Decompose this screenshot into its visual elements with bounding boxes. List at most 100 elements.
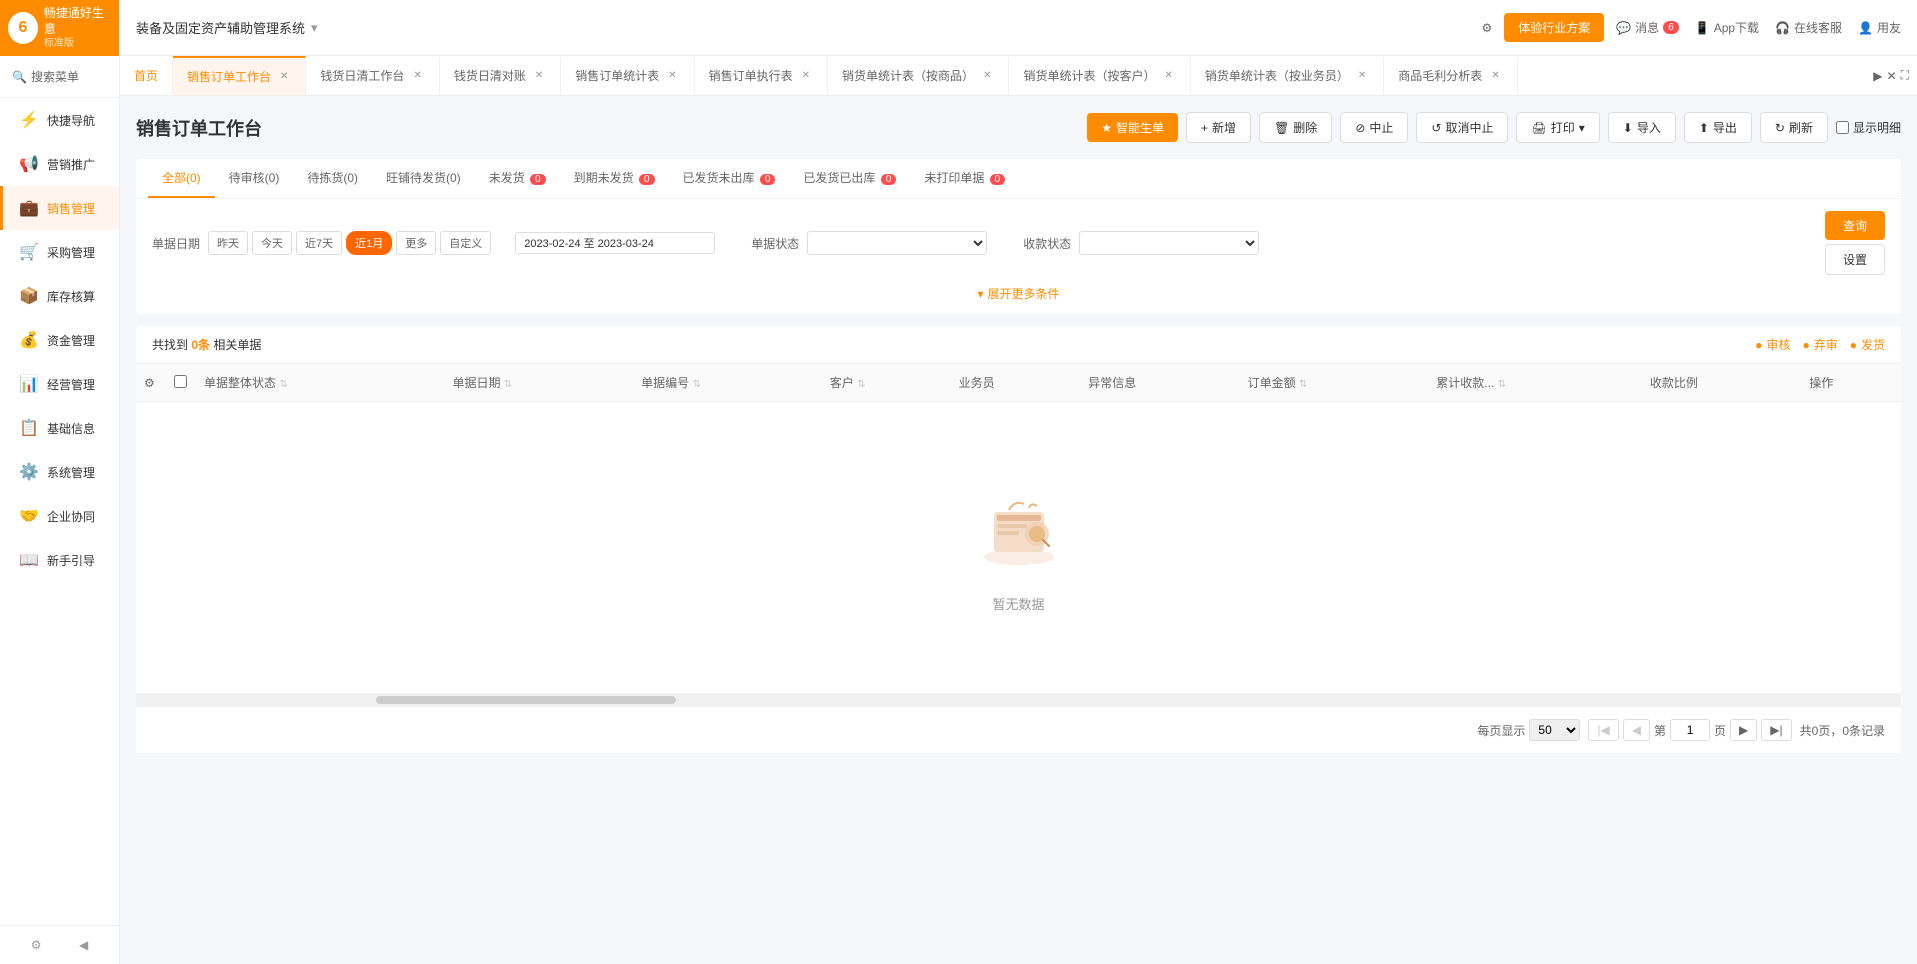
first-page-button[interactable]: |◀ bbox=[1588, 719, 1618, 741]
filter-tab-pending-inspect[interactable]: 待拣货(0) bbox=[293, 159, 372, 198]
refresh-button[interactable]: ↻ 刷新 bbox=[1760, 112, 1828, 143]
unreview-button[interactable]: ● 弃审 bbox=[1802, 336, 1837, 353]
not-printed-badge: 0 bbox=[990, 174, 1006, 185]
tab-gross-profit[interactable]: 商品毛利分析表 ✕ bbox=[1384, 57, 1517, 94]
tab-cash-daily[interactable]: 钱货日清工作台 ✕ bbox=[306, 57, 439, 94]
next-page-button[interactable]: ▶ bbox=[1730, 719, 1757, 741]
date-btn-1month[interactable]: 近1月 bbox=[346, 231, 392, 255]
sidebar-item-collab[interactable]: 🤝 企业协同 bbox=[0, 494, 119, 538]
tab-sales-exec[interactable]: 销售订单执行表 ✕ bbox=[695, 57, 828, 94]
gear-settings-button[interactable]: ⚙ bbox=[1481, 21, 1492, 35]
sidebar-item-finance[interactable]: 💰 资金管理 bbox=[0, 318, 119, 362]
sort-icon: ⇅ bbox=[279, 379, 287, 390]
cancel-stop-button[interactable]: ↺ 取消中止 bbox=[1416, 112, 1508, 143]
col-header-amount[interactable]: 订单金额 ⇅ bbox=[1240, 364, 1429, 402]
export-button[interactable]: ⬆ 导出 bbox=[1684, 112, 1752, 143]
page-number-input[interactable] bbox=[1670, 719, 1710, 741]
tab-close-icon[interactable]: ✕ bbox=[410, 69, 424, 82]
delete-button[interactable]: 🗑 删除 bbox=[1259, 112, 1332, 143]
date-btn-yesterday[interactable]: 昨天 bbox=[208, 231, 248, 255]
app-download-button[interactable]: 📱 App下载 bbox=[1695, 19, 1759, 36]
tab-close-icon[interactable]: ✕ bbox=[1488, 69, 1502, 82]
sidebar-item-marketing[interactable]: 📢 营销推广 bbox=[0, 142, 119, 186]
print-button[interactable]: 🖨 打印 ▾ bbox=[1516, 112, 1599, 143]
tab-home[interactable]: 首页 bbox=[120, 57, 173, 94]
sidebar-item-basic[interactable]: 📋 基础信息 bbox=[0, 406, 119, 450]
date-range-input[interactable] bbox=[515, 232, 715, 254]
tab-close-icon[interactable]: ✕ bbox=[665, 69, 679, 82]
show-detail-input[interactable] bbox=[1836, 121, 1849, 134]
prev-page-button[interactable]: ◀ bbox=[1623, 719, 1650, 741]
tab-sale-stats-staff[interactable]: 销货单统计表（按业务员） ✕ bbox=[1191, 57, 1384, 94]
industry-solution-button[interactable]: 体验行业方案 bbox=[1504, 13, 1604, 42]
col-header-customer[interactable]: 客户 ⇅ bbox=[822, 364, 951, 402]
tab-close-icon[interactable]: ✕ bbox=[1161, 69, 1175, 82]
payment-select[interactable] bbox=[1079, 231, 1259, 255]
sidebar-item-purchase[interactable]: 🛒 采购管理 bbox=[0, 230, 119, 274]
select-all-checkbox[interactable] bbox=[174, 375, 187, 388]
message-badge: 6 bbox=[1663, 21, 1679, 34]
date-btn-more[interactable]: 更多 bbox=[396, 231, 436, 255]
stop-button[interactable]: ⊘ 中止 bbox=[1340, 112, 1408, 143]
empty-state: 暂无数据 bbox=[136, 402, 1901, 693]
message-button[interactable]: 💬 消息 6 bbox=[1616, 19, 1679, 36]
expand-conditions-button[interactable]: ▾ 展开更多条件 bbox=[977, 285, 1059, 302]
tab-scroll-right-button[interactable]: ▶ bbox=[1873, 69, 1882, 83]
add-button[interactable]: + 新增 bbox=[1186, 112, 1251, 143]
tab-sales-stats[interactable]: 销售订单统计表 ✕ bbox=[561, 57, 694, 94]
tab-close-icon[interactable]: ✕ bbox=[980, 69, 994, 82]
col-header-collected[interactable]: 累计收款... ⇅ bbox=[1428, 364, 1642, 402]
review-button[interactable]: ● 审核 bbox=[1755, 336, 1790, 353]
tab-close-icon[interactable]: ✕ bbox=[1355, 69, 1369, 82]
col-header-status[interactable]: 单据整体状态 ⇅ bbox=[196, 364, 444, 402]
filter-tab-not-shipped[interactable]: 未发货 0 bbox=[475, 159, 560, 198]
sidebar-item-quicknav[interactable]: ⚡ 快捷导航 bbox=[0, 98, 119, 142]
user-menu-button[interactable]: 👤 用友 bbox=[1858, 19, 1901, 36]
search-menu-button[interactable]: 🔍 搜索菜单 bbox=[8, 64, 111, 89]
collapse-icon[interactable]: ◀ bbox=[79, 938, 88, 952]
date-btn-7days[interactable]: 近7天 bbox=[296, 231, 342, 255]
import-button[interactable]: ⬇ 导入 bbox=[1608, 112, 1676, 143]
sidebar-search[interactable]: 🔍 搜索菜单 bbox=[0, 56, 119, 98]
col-header-number[interactable]: 单据编号 ⇅ bbox=[633, 364, 822, 402]
status-select[interactable] bbox=[807, 231, 987, 255]
filter-tab-wangpu-deliver[interactable]: 旺铺待发货(0) bbox=[372, 159, 475, 198]
show-detail-checkbox[interactable]: 显示明细 bbox=[1836, 119, 1901, 136]
last-page-button[interactable]: ▶| bbox=[1761, 719, 1791, 741]
chevron-down-icon[interactable]: ▾ bbox=[311, 20, 318, 36]
filter-tab-shipped-not-out[interactable]: 已发货未出库 0 bbox=[669, 159, 790, 198]
tab-sale-stats-product[interactable]: 销货单统计表（按商品） ✕ bbox=[828, 57, 1009, 94]
tab-sales-workbench[interactable]: 销售订单工作台 ✕ bbox=[173, 56, 306, 95]
horizontal-scrollbar[interactable] bbox=[136, 694, 1901, 706]
page-size-select[interactable]: 20 50 100 bbox=[1529, 719, 1580, 741]
filter-tab-overdue-not-shipped[interactable]: 到期未发货 0 bbox=[560, 159, 669, 198]
date-field: 单据日期 昨天 今天 近7天 近1月 更多 自定义 bbox=[152, 231, 491, 255]
sidebar-item-system[interactable]: ⚙️ 系统管理 bbox=[0, 450, 119, 494]
date-btn-today[interactable]: 今天 bbox=[252, 231, 292, 255]
filter-tab-pending-review[interactable]: 待审核(0) bbox=[215, 159, 294, 198]
tab-close-icon[interactable]: ✕ bbox=[532, 69, 546, 82]
tab-fullscreen-button[interactable]: ⛶ bbox=[1901, 68, 1909, 83]
filter-tab-shipped-out[interactable]: 已发货已出库 0 bbox=[789, 159, 910, 198]
date-btn-custom[interactable]: 自定义 bbox=[440, 231, 491, 255]
online-service-button[interactable]: 🎧 在线客服 bbox=[1775, 19, 1842, 36]
sidebar-item-inventory[interactable]: 📦 库存核算 bbox=[0, 274, 119, 318]
tab-sale-stats-customer[interactable]: 销货单统计表（按客户） ✕ bbox=[1009, 57, 1190, 94]
settings-icon[interactable]: ⚙ bbox=[31, 938, 42, 952]
sidebar-item-sales[interactable]: 💼 销售管理 bbox=[0, 186, 119, 230]
ship-button[interactable]: ● 发货 bbox=[1850, 336, 1885, 353]
query-button[interactable]: 查询 bbox=[1825, 211, 1885, 240]
tab-close-icon[interactable]: ✕ bbox=[277, 70, 291, 83]
filter-tab-all[interactable]: 全部(0) bbox=[148, 159, 215, 198]
tab-close-icon[interactable]: ✕ bbox=[799, 69, 813, 82]
col-header-date[interactable]: 单据日期 ⇅ bbox=[444, 364, 633, 402]
settings-button[interactable]: 设置 bbox=[1825, 244, 1885, 275]
filter-tab-not-printed[interactable]: 未打印单据 0 bbox=[910, 159, 1019, 198]
scrollbar-thumb[interactable] bbox=[376, 696, 676, 704]
table-toolbar: ● 审核 ● 弃审 ● 发货 bbox=[1755, 336, 1885, 353]
sidebar-item-guide[interactable]: 📖 新手引导 bbox=[0, 538, 119, 582]
smart-generate-button[interactable]: ★ 智能生单 bbox=[1087, 113, 1178, 142]
sidebar-item-operation[interactable]: 📊 经营管理 bbox=[0, 362, 119, 406]
tab-cash-reconcile[interactable]: 钱货日清对账 ✕ bbox=[440, 57, 561, 94]
tab-close-all-button[interactable]: ✕ bbox=[1887, 69, 1897, 83]
